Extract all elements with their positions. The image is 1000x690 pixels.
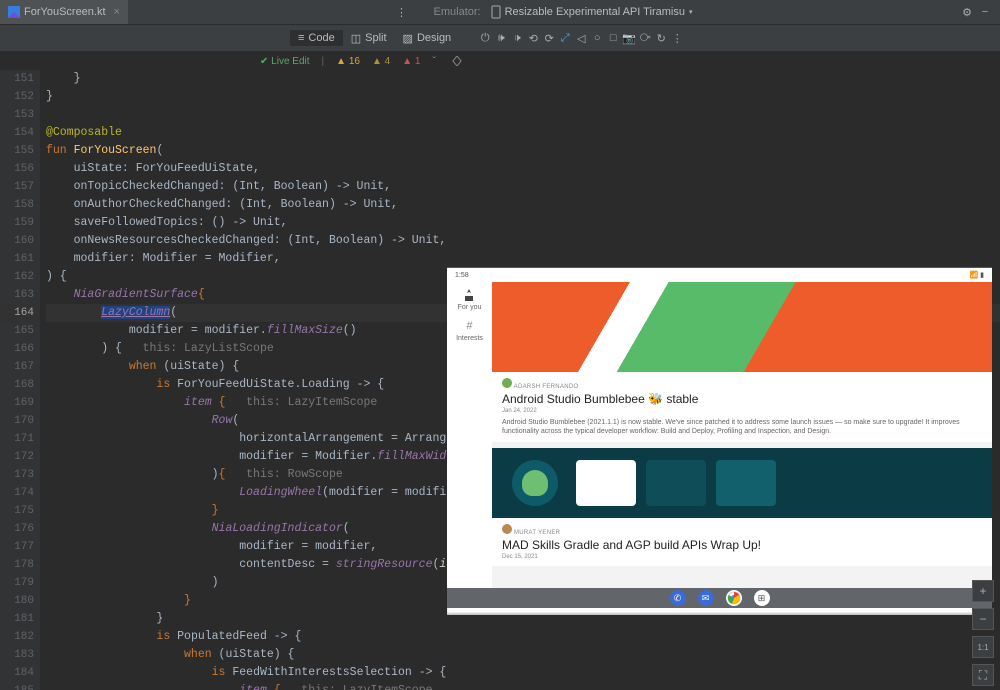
feed-card-1[interactable]: ADARSH FERNANDO Android Studio Bumblebee… (492, 282, 992, 442)
overview-icon[interactable]: □ (605, 32, 621, 44)
card1-author: ADARSH FERNANDO (514, 384, 579, 390)
volume-up-icon[interactable]: 🕪 (493, 32, 509, 45)
kotlin-file-icon (8, 6, 20, 18)
scroll-indicator-icon[interactable] (452, 56, 462, 66)
card2-hero-image (492, 448, 992, 518)
foryou-icon (462, 288, 476, 302)
resize-icon[interactable]: ⤢ (557, 32, 573, 45)
nav-foryou-item[interactable]: For you (458, 288, 482, 311)
home-icon[interactable]: ○ (589, 32, 605, 44)
line-number-gutter[interactable]: 1511521531541551561571581591601611621631… (0, 70, 40, 690)
record-icon[interactable]: ⧂ (637, 32, 653, 45)
editor-area: 1511521531541551561571581591601611621631… (0, 70, 1000, 690)
power-icon[interactable]: ⏻ (477, 32, 493, 45)
code-mode-button[interactable]: ≡ Code (290, 30, 343, 46)
nav-interests-item[interactable]: # Interests (456, 319, 483, 342)
nav-foryou-label: For you (458, 304, 482, 311)
app-feed[interactable]: ADARSH FERNANDO Android Studio Bumblebee… (492, 282, 992, 588)
device-name: Resizable Experimental API Tiramisu (505, 6, 685, 18)
rotate-left-icon[interactable]: ⟲ (525, 32, 541, 45)
zoom-out-button[interactable]: − (972, 608, 994, 630)
card2-date: Dec 15, 2021 (502, 554, 982, 560)
design-mode-icon: ▨ (403, 32, 413, 45)
emulator-label: Emulator: (434, 6, 481, 18)
weak-warning-count[interactable]: ▲ 4 (372, 56, 390, 67)
messages-app-icon[interactable]: ✉ (698, 590, 714, 606)
live-edit-status: ✔ Live Edit (260, 56, 310, 67)
view-mode-bar: ≡ Code ◫ Split ▨ Design ⏻ 🕪 🕩 ⟲ ⟳ ⤢ ◁ ○ … (0, 25, 1000, 52)
emulator-device-selector[interactable]: Resizable Experimental API Tiramisu ▾ (491, 5, 693, 19)
card2-author: MURAT YENER (514, 530, 560, 536)
error-count[interactable]: ▲ 1 (402, 56, 420, 67)
close-tab-icon[interactable]: × (114, 6, 120, 18)
tab-overflow-icon[interactable]: ⋮ (394, 6, 410, 19)
interests-icon: # (462, 319, 476, 333)
code-mode-label: Code (308, 32, 334, 44)
status-time: 1:58 (455, 272, 469, 279)
app-nav-rail: For you # Interests (447, 282, 492, 588)
device-status-bar: 1:58 📶 ▮ (447, 268, 992, 282)
app-drawer-icon[interactable]: ⊞ (754, 590, 770, 606)
card2-title: MAD Skills Gradle and AGP build APIs Wra… (502, 538, 982, 552)
split-mode-label: Split (365, 32, 386, 44)
rotate-right-icon[interactable]: ⟳ (541, 32, 557, 45)
chrome-app-icon[interactable] (726, 590, 742, 606)
file-tab-label: ForYouScreen.kt (24, 6, 106, 18)
card1-description: Android Studio Bumblebee (2021.1.1) is n… (502, 418, 982, 436)
top-toolbar: ForYouScreen.kt × ⋮ Emulator: Resizable … (0, 0, 1000, 25)
device-icon (491, 5, 501, 19)
nav-interests-label: Interests (456, 335, 483, 342)
back-icon[interactable]: ◁ (573, 32, 589, 45)
status-icons: 📶 ▮ (969, 271, 984, 279)
emulator-preview-panel: 1:58 📶 ▮ For you # Interests (447, 267, 992, 615)
volume-down-icon[interactable]: 🕩 (509, 32, 525, 45)
inspection-chevron-icon[interactable]: ˇ (432, 56, 435, 67)
more-icon[interactable]: ⋮ (669, 32, 685, 45)
split-mode-button[interactable]: ◫ Split (343, 30, 395, 47)
hide-panel-icon[interactable]: − (976, 6, 994, 18)
feed-card-2[interactable]: MURAT YENER MAD Skills Gradle and AGP bu… (492, 448, 992, 566)
file-tab[interactable]: ForYouScreen.kt × (0, 0, 128, 24)
design-mode-label: Design (417, 32, 451, 44)
chevron-down-icon: ▾ (689, 8, 693, 16)
split-mode-icon: ◫ (351, 32, 361, 45)
zoom-actual-button[interactable]: 1:1 (972, 636, 994, 658)
screenshot-icon[interactable]: 📷 (621, 32, 637, 45)
device-system-nav: ✆ ✉ ⊞ (447, 588, 992, 608)
settings-gear-icon[interactable]: ⚙ (958, 6, 976, 19)
zoom-fit-button[interactable]: ⛶ (972, 664, 994, 686)
snapshot-reload-icon[interactable]: ↻ (653, 32, 669, 45)
zoom-controls: + − 1:1 ⛶ (972, 580, 994, 686)
zoom-in-button[interactable]: + (972, 580, 994, 602)
card1-title: Android Studio Bumblebee 🐝 stable (502, 392, 982, 406)
phone-app-icon[interactable]: ✆ (670, 590, 686, 606)
design-mode-button[interactable]: ▨ Design (395, 30, 460, 47)
card1-date: Jan 24, 2022 (502, 408, 982, 414)
card1-hero-image (492, 282, 992, 372)
warning-highlight-count[interactable]: ▲ 16 (336, 56, 360, 67)
code-mode-icon: ≡ (298, 32, 304, 44)
inspection-status-line: ✔ Live Edit | ▲ 16 ▲ 4 ▲ 1 ˇ (0, 52, 1000, 70)
